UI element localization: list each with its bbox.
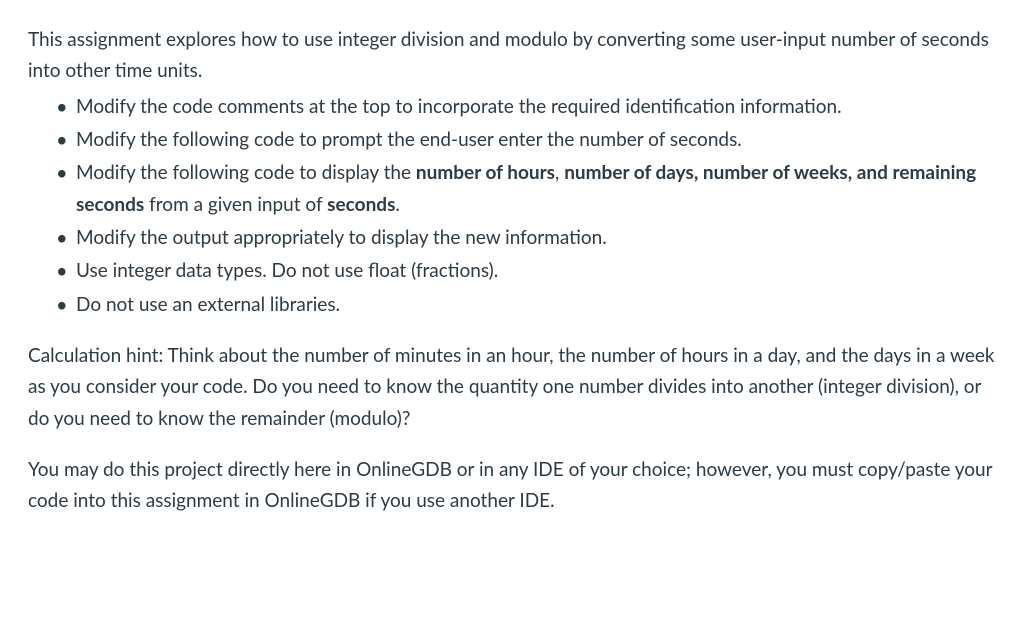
intro-paragraph: This assignment explores how to use inte… (28, 24, 1002, 87)
requirements-list: Modify the code comments at the top to i… (28, 91, 1002, 320)
list-item: Modify the code comments at the top to i… (56, 91, 1002, 122)
list-item: Modify the output appropriately to displ… (56, 222, 1002, 253)
list-item: Modify the following code to prompt the … (56, 124, 1002, 155)
list-item: Use integer data types. Do not use float… (56, 255, 1002, 286)
hint-paragraph: Calculation hint: Think about the number… (28, 340, 1002, 434)
list-item: Modify the following code to display the… (56, 157, 1002, 220)
bold-text: seconds (327, 193, 395, 216)
bold-text: number of hours (416, 161, 555, 184)
list-item-text: Modify the following code to prompt the … (76, 128, 742, 151)
list-item-text: Modify the following code to display the (76, 161, 416, 184)
list-item-text: Do not use an external libraries. (76, 293, 340, 316)
list-item-text: Use integer data types. Do not use float… (76, 259, 498, 282)
list-item-text: Modify the output appropriately to displ… (76, 226, 607, 249)
list-item-text: . (395, 193, 399, 216)
list-item: Do not use an external libraries. (56, 289, 1002, 320)
list-item-text: Modify the code comments at the top to i… (76, 95, 842, 118)
footer-paragraph: You may do this project directly here in… (28, 454, 1002, 517)
list-item-text: , (555, 161, 564, 184)
list-item-text: from a given input of (144, 193, 327, 216)
